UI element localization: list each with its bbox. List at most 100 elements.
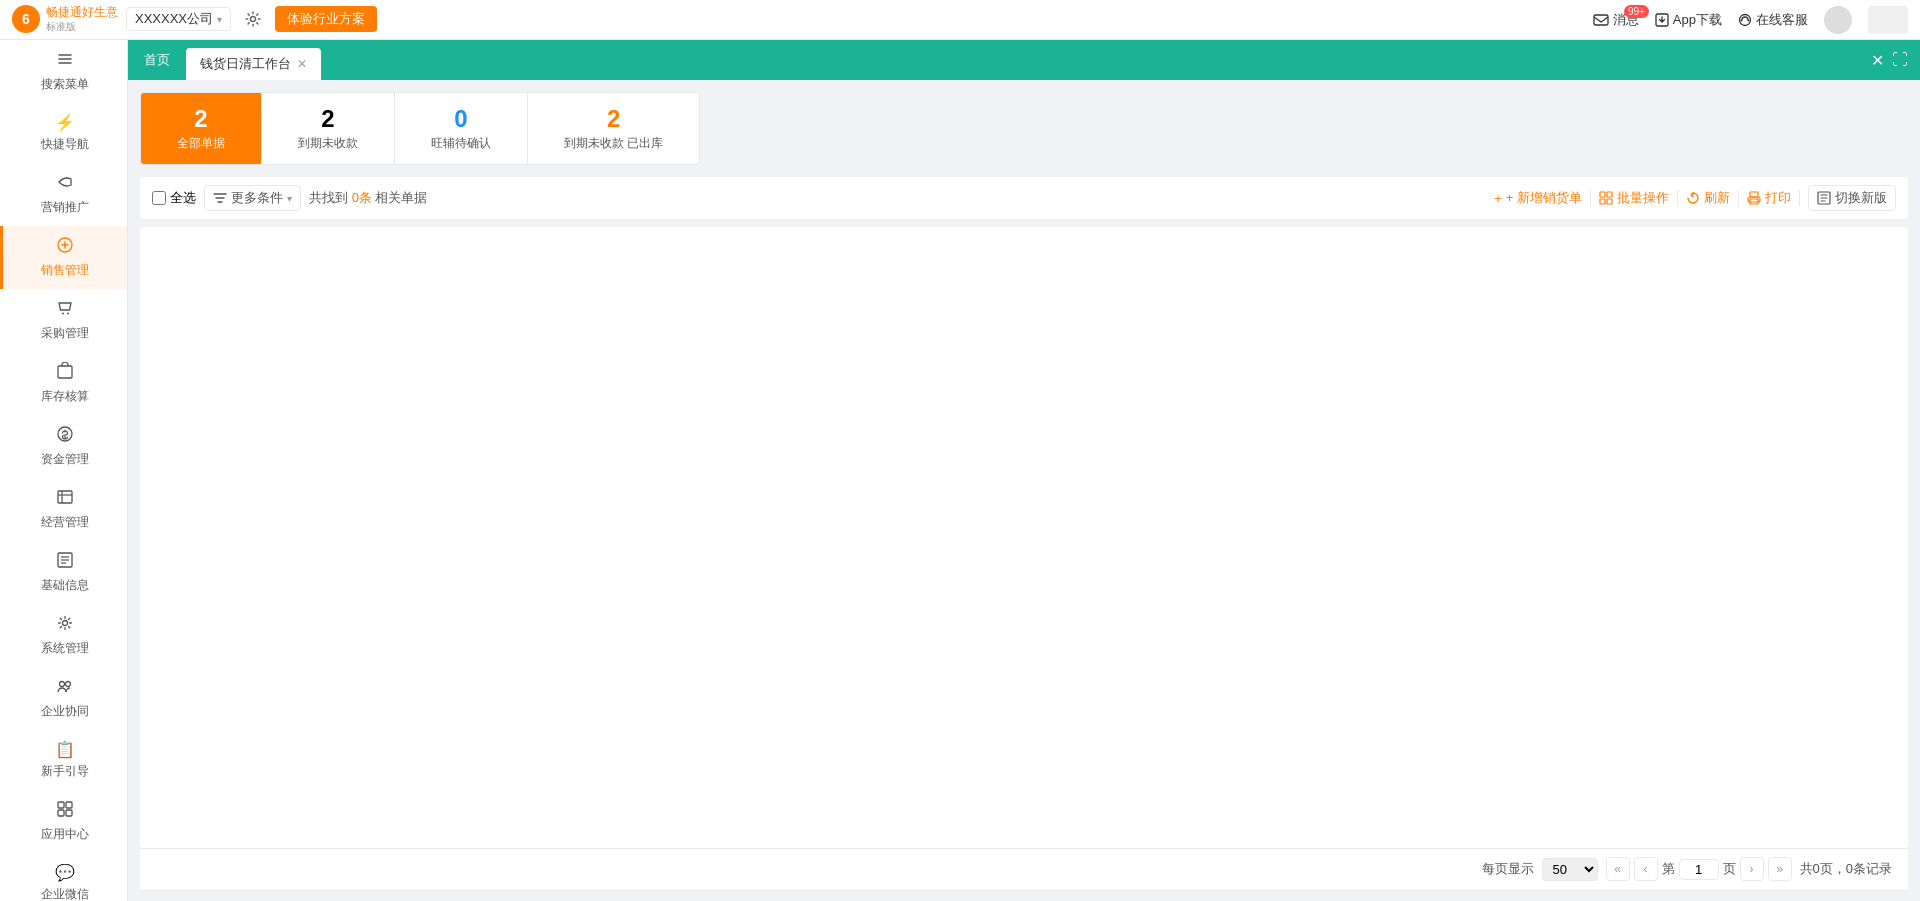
finance-icon <box>56 425 74 447</box>
found-text: 共找到 0条 相关单据 <box>309 189 427 207</box>
svg-point-4 <box>1741 19 1743 21</box>
svg-rect-14 <box>58 491 72 503</box>
sidebar-item-guide[interactable]: 📋 新手引导 <box>0 730 127 790</box>
sidebar-label-guide: 新手引导 <box>41 763 89 780</box>
last-page-button[interactable]: » <box>1768 857 1792 881</box>
svg-rect-12 <box>58 366 72 378</box>
sidebar-item-finance[interactable]: 资金管理 <box>0 415 127 478</box>
sidebar: 搜索菜单 ⚡ 快捷导航 营销推广 销售管理 <box>0 40 128 901</box>
stat-card-shipped[interactable]: 2 到期未收款 已出库 <box>528 93 699 164</box>
guide-icon: 📋 <box>55 740 75 759</box>
svg-rect-25 <box>66 810 72 816</box>
svg-point-5 <box>1748 19 1750 21</box>
logo-icon: 6 <box>12 5 40 33</box>
tab-close-icon[interactable]: ✕ <box>297 57 307 71</box>
batch-label: 批量操作 <box>1617 189 1669 207</box>
pagination-bar: 每页显示 50 100 200 « ‹ 第 页 › » 共0页，0条记录 <box>140 848 1908 889</box>
table-area <box>140 227 1908 848</box>
svg-point-21 <box>63 621 68 626</box>
app-download-button[interactable]: App下载 <box>1655 11 1722 29</box>
page-input[interactable] <box>1679 859 1719 880</box>
user-name <box>1868 6 1908 34</box>
stat-label-overdue: 到期未收款 <box>298 135 358 152</box>
sidebar-item-system[interactable]: 系统管理 <box>0 604 127 667</box>
sidebar-label-purchase: 采购管理 <box>41 325 89 342</box>
sidebar-item-purchase[interactable]: 采购管理 <box>0 289 127 352</box>
system-icon <box>56 614 74 636</box>
inventory-icon <box>56 362 74 384</box>
logo: 6 畅捷通好生意 标准版 <box>12 5 118 33</box>
switch-version-button[interactable]: 切换新版 <box>1808 185 1896 211</box>
found-count: 0条 <box>352 190 372 205</box>
search-menu-icon <box>56 50 74 72</box>
prev-page-button[interactable]: ‹ <box>1634 857 1658 881</box>
company-selector[interactable]: XXXXXX公司 ▾ <box>126 7 231 31</box>
select-all-input[interactable] <box>152 191 166 205</box>
cooperation-icon <box>56 677 74 699</box>
sidebar-item-inventory[interactable]: 库存核算 <box>0 352 127 415</box>
page-label: 第 <box>1662 860 1675 878</box>
stat-card-overdue[interactable]: 2 到期未收款 <box>262 93 395 164</box>
marketing-icon <box>56 173 74 195</box>
sidebar-item-basic-info[interactable]: 基础信息 <box>0 541 127 604</box>
svg-rect-26 <box>58 802 64 808</box>
avatar[interactable] <box>1824 6 1852 34</box>
svg-rect-29 <box>1600 192 1605 197</box>
sidebar-label-inventory: 库存核算 <box>41 388 89 405</box>
stat-number-shipped: 2 <box>607 105 620 133</box>
sidebar-label-basic-info: 基础信息 <box>41 577 89 594</box>
next-page-button[interactable]: › <box>1740 857 1764 881</box>
sales-icon <box>56 236 74 258</box>
sidebar-item-cooperation[interactable]: 企业协同 <box>0 667 127 730</box>
sidebar-label-cooperation: 企业协同 <box>41 703 89 720</box>
service-label: 在线客服 <box>1756 11 1808 29</box>
toolbar-right: + + 新增销货单 批量操作 <box>1494 185 1896 211</box>
sidebar-item-app-center[interactable]: 应用中心 <box>0 790 127 853</box>
sidebar-item-marketing[interactable]: 营销推广 <box>0 163 127 226</box>
stat-card-pending[interactable]: 0 旺辅待确认 <box>395 93 528 164</box>
svg-rect-30 <box>1607 192 1612 197</box>
app-center-icon <box>56 800 74 822</box>
online-service-button[interactable]: 在线客服 <box>1738 11 1808 29</box>
svg-rect-27 <box>66 802 72 808</box>
sidebar-item-search[interactable]: 搜索菜单 <box>0 40 127 103</box>
sidebar-item-quick-nav[interactable]: ⚡ 快捷导航 <box>0 103 127 163</box>
batch-button[interactable]: 批量操作 <box>1599 189 1669 207</box>
window-expand-button[interactable]: ⛶ <box>1892 51 1908 69</box>
content-area: 首页 钱货日清工作台 ✕ ✕ ⛶ 2 全部单据 2 到期未收款 <box>128 40 1920 901</box>
refresh-button[interactable]: 刷新 <box>1686 189 1730 207</box>
svg-rect-33 <box>1750 192 1758 197</box>
sidebar-label-marketing: 营销推广 <box>41 199 89 216</box>
logo-text: 畅捷通好生意 <box>46 5 118 19</box>
message-badge: 99+ <box>1624 5 1649 18</box>
tab-bar: 首页 钱货日清工作台 ✕ ✕ ⛶ <box>128 40 1920 80</box>
add-sale-button[interactable]: + + 新增销货单 <box>1494 189 1582 207</box>
refresh-label: 刷新 <box>1704 189 1730 207</box>
first-page-button[interactable]: « <box>1606 857 1630 881</box>
print-button[interactable]: 打印 <box>1747 189 1791 207</box>
tab-current[interactable]: 钱货日清工作台 ✕ <box>186 48 321 80</box>
select-all-checkbox[interactable]: 全选 <box>152 189 196 207</box>
sidebar-item-sales[interactable]: 销售管理 <box>0 226 127 289</box>
per-page-select[interactable]: 50 100 200 <box>1542 858 1598 881</box>
divider4 <box>1799 190 1800 206</box>
pagination-summary: 共0页，0条记录 <box>1800 860 1892 878</box>
stat-card-all[interactable]: 2 全部单据 <box>141 93 262 164</box>
trial-button[interactable]: 体验行业方案 <box>275 6 377 32</box>
settings-button[interactable] <box>239 5 267 33</box>
window-close-button[interactable]: ✕ <box>1871 51 1884 70</box>
page-content: 2 全部单据 2 到期未收款 0 旺辅待确认 2 到期未收款 已出库 <box>128 80 1920 901</box>
page-navigation: « ‹ 第 页 › » <box>1606 857 1792 881</box>
message-button[interactable]: 消息 99+ <box>1593 11 1639 29</box>
svg-rect-1 <box>1594 15 1608 25</box>
stat-number-overdue: 2 <box>321 105 334 133</box>
filter-button[interactable]: 更多条件 ▾ <box>204 185 301 211</box>
divider <box>1590 190 1591 206</box>
quick-nav-icon: ⚡ <box>55 113 75 132</box>
sidebar-label-wechat: 企业微信 <box>41 886 89 901</box>
toolbar-left: 全选 更多条件 ▾ 共找到 0条 相关单据 <box>152 185 1486 211</box>
tab-home[interactable]: 首页 <box>128 40 186 80</box>
switch-label: 切换新版 <box>1835 189 1887 207</box>
sidebar-item-operations[interactable]: 经营管理 <box>0 478 127 541</box>
sidebar-item-wechat[interactable]: 💬 企业微信 <box>0 853 127 901</box>
